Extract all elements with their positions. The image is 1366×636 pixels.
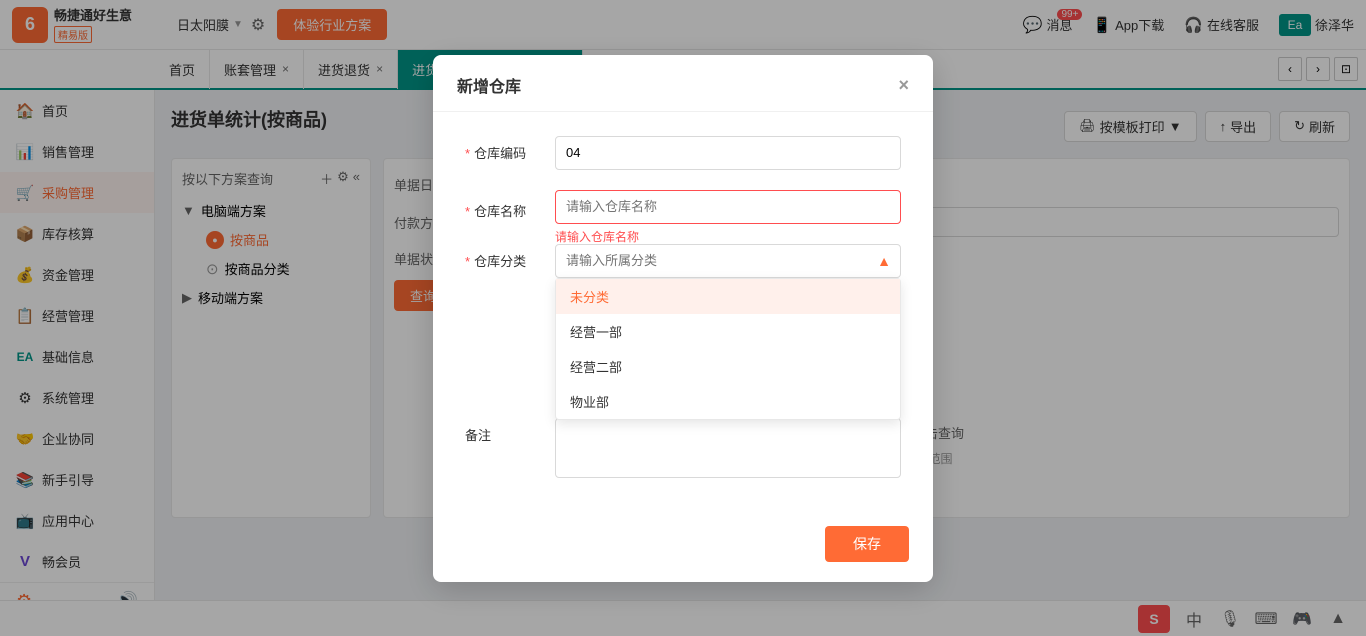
modal-body: *仓库编码 *仓库名称 请输入仓库名称 *仓库分类	[433, 112, 933, 514]
modal-title: 新增仓库	[457, 73, 521, 97]
modal-header: 新增仓库 ×	[433, 55, 933, 112]
name-input[interactable]	[555, 190, 901, 224]
category-dropdown: 未分类 经营一部 经营二部 物业部	[555, 278, 901, 420]
note-label: 备注	[465, 418, 555, 444]
dropdown-item-dept1[interactable]: 经营一部	[556, 314, 900, 349]
form-row-note: 备注	[465, 418, 901, 478]
name-error-msg: 请输入仓库名称	[555, 228, 639, 245]
form-row-category: *仓库分类 ▲ 未分类 经营一部 经营二部 物业部	[465, 244, 901, 278]
form-row-code: *仓库编码	[465, 136, 901, 170]
note-textarea[interactable]	[555, 418, 901, 478]
form-row-name: *仓库名称 请输入仓库名称	[465, 190, 901, 224]
modal-overlay[interactable]: 新增仓库 × *仓库编码 *仓库名称 请输入仓库名称	[0, 0, 1366, 636]
modal-close-btn[interactable]: ×	[898, 76, 909, 94]
category-input[interactable]	[555, 244, 901, 278]
save-btn[interactable]: 保存	[825, 526, 909, 562]
code-input[interactable]	[555, 136, 901, 170]
dropdown-item-dept3[interactable]: 物业部	[556, 384, 900, 419]
dropdown-item-dept2[interactable]: 经营二部	[556, 349, 900, 384]
modal-add-warehouse: 新增仓库 × *仓库编码 *仓库名称 请输入仓库名称	[433, 55, 933, 582]
code-label: *仓库编码	[465, 136, 555, 162]
category-label: *仓库分类	[465, 244, 555, 270]
category-select-wrap: ▲	[555, 244, 901, 278]
name-label: *仓库名称	[465, 194, 555, 220]
dropdown-item-uncategorized[interactable]: 未分类	[556, 279, 900, 314]
modal-footer: 保存	[433, 514, 933, 582]
